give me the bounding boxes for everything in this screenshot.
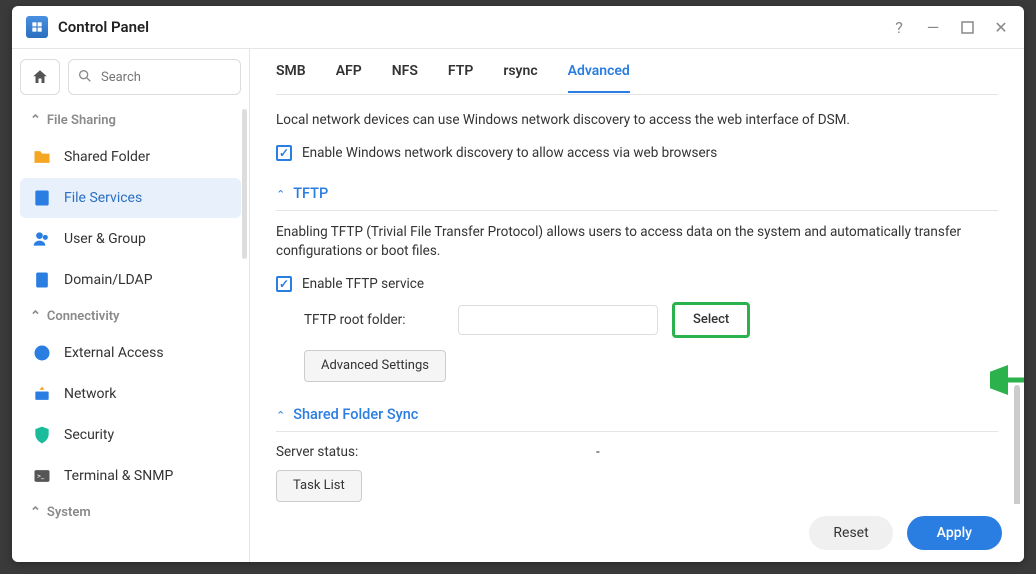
svg-text:>_: >_ [37,472,45,481]
section-connectivity[interactable]: ⌃ Connectivity [20,301,241,332]
sidebar-item-domain-ldap[interactable]: Domain/LDAP [20,260,241,300]
server-status-label: Server status: [276,444,596,460]
sidebar-item-network[interactable]: Network [20,374,241,414]
tab-ftp[interactable]: FTP [448,63,473,93]
footer: Reset Apply [250,504,1024,562]
enable-discovery-checkbox[interactable] [276,145,292,161]
reset-button[interactable]: Reset [809,516,892,550]
sidebar-item-label: User & Group [64,231,146,247]
enable-tftp-label: Enable TFTP service [302,276,424,292]
sidebar-item-label: Network [64,386,116,402]
globe-icon [32,343,52,363]
sidebar-item-external-access[interactable]: External Access [20,333,241,373]
tab-afp[interactable]: AFP [336,63,362,93]
advanced-settings-button[interactable]: Advanced Settings [304,350,446,382]
section-system[interactable]: ⌃ System [20,497,241,528]
maximize-icon[interactable] [958,18,976,36]
sidebar-item-label: Shared Folder [64,149,150,165]
chevron-up-icon: ⌄ [276,408,285,421]
tftp-root-input[interactable] [458,305,658,335]
server-status-value: - [596,444,600,460]
tftp-title: TFTP [293,185,328,202]
file-icon [32,188,52,208]
chevron-up-icon: ⌃ [30,309,41,324]
chevron-up-icon: ⌃ [30,505,41,520]
apply-button[interactable]: Apply [907,516,1002,550]
tftp-description: Enabling TFTP (Trivial File Transfer Pro… [276,223,998,262]
enable-discovery-row: Enable Windows network discovery to allo… [276,145,998,161]
sidebar-item-terminal-snmp[interactable]: >_ Terminal & SNMP [20,456,241,496]
app-icon [26,16,48,38]
sidebar-item-label: Security [64,427,114,443]
sidebar-scrollbar[interactable] [242,109,247,259]
sidebar-item-file-services[interactable]: File Services [20,178,241,218]
section-label: System [47,505,91,520]
close-icon[interactable]: ✕ [992,18,1010,36]
sidebar-item-security[interactable]: Security [20,415,241,455]
tftp-root-label: TFTP root folder: [304,312,444,328]
content-area: Local network devices can use Windows ne… [250,95,1024,504]
search-box [68,59,241,95]
search-input[interactable] [68,59,241,95]
help-icon[interactable]: ? [890,18,908,36]
folder-icon [32,147,52,167]
book-icon [32,270,52,290]
network-icon [32,384,52,404]
minimize-icon[interactable]: — [924,18,942,36]
terminal-icon: >_ [32,466,52,486]
tab-nfs[interactable]: NFS [392,63,418,93]
tab-smb[interactable]: SMB [276,63,306,93]
home-icon [31,68,49,86]
tabs: SMB AFP NFS FTP rsync Advanced [250,49,1024,94]
sidebar-item-user-group[interactable]: User & Group [20,219,241,259]
sync-title: Shared Folder Sync [293,406,418,423]
tab-advanced[interactable]: Advanced [568,63,630,93]
enable-tftp-row: Enable TFTP service [276,276,998,292]
sidebar-item-shared-folder[interactable]: Shared Folder [20,137,241,177]
shield-icon [32,425,52,445]
section-label: File Sharing [47,113,116,128]
section-label: Connectivity [47,309,120,324]
content-scrollbar[interactable] [1014,385,1020,504]
search-icon [77,68,93,88]
tftp-section-toggle[interactable]: ⌄ TFTP [276,185,998,202]
sidebar-item-label: External Access [64,345,164,361]
home-button[interactable] [20,59,60,95]
sidebar-item-label: Terminal & SNMP [64,468,173,484]
shared-folder-sync-toggle[interactable]: ⌄ Shared Folder Sync [276,406,998,423]
window-title: Control Panel [58,18,149,36]
discovery-description: Local network devices can use Windows ne… [276,111,998,131]
server-status-row: Server status: - [276,444,998,460]
tab-rsync[interactable]: rsync [503,63,537,93]
tftp-root-row: TFTP root folder: Select [304,302,998,338]
users-icon [32,229,52,249]
main-panel: SMB AFP NFS FTP rsync Advanced Local net… [250,49,1024,562]
control-panel-window: Control Panel ? — ✕ ⌃ File Sharing [12,6,1024,562]
select-button[interactable]: Select [672,302,750,338]
sidebar-item-label: Domain/LDAP [64,272,153,288]
chevron-up-icon: ⌄ [276,187,285,200]
section-file-sharing[interactable]: ⌃ File Sharing [20,105,241,136]
sidebar: ⌃ File Sharing Shared Folder File Servic… [12,49,250,562]
titlebar: Control Panel ? — ✕ [12,6,1024,49]
chevron-up-icon: ⌃ [30,113,41,128]
task-list-button[interactable]: Task List [276,470,362,502]
enable-discovery-label: Enable Windows network discovery to allo… [302,145,717,161]
enable-tftp-checkbox[interactable] [276,276,292,292]
sidebar-item-label: File Services [64,190,142,206]
